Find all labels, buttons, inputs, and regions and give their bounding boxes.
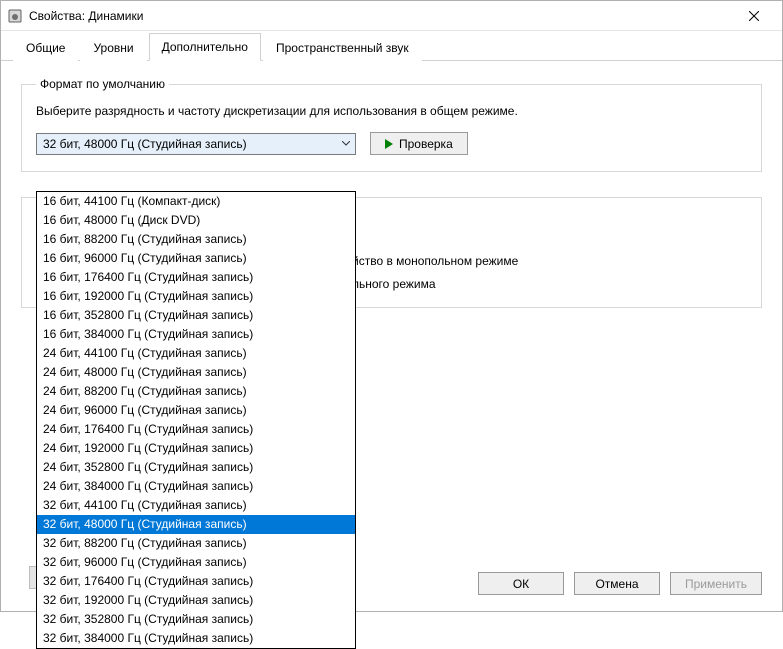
- format-option[interactable]: 32 бит, 192000 Гц (Студийная запись): [37, 591, 355, 610]
- format-row: 32 бит, 48000 Гц (Студийная запись) Пров…: [36, 132, 747, 155]
- exclusive-allow-text: йство в монопольном режиме: [352, 250, 518, 273]
- format-option[interactable]: 16 бит, 96000 Гц (Студийная запись): [37, 249, 355, 268]
- format-option[interactable]: 16 бит, 48000 Гц (Диск DVD): [37, 211, 355, 230]
- chevron-down-icon: [337, 141, 355, 146]
- format-option[interactable]: 32 бит, 176400 Гц (Студийная запись): [37, 572, 355, 591]
- default-format-group: Формат по умолчанию Выберите разрядность…: [21, 77, 762, 172]
- tab-general[interactable]: Общие: [13, 34, 78, 61]
- format-combobox[interactable]: 32 бит, 48000 Гц (Студийная запись): [36, 133, 356, 155]
- format-option[interactable]: 24 бит, 96000 Гц (Студийная запись): [37, 401, 355, 420]
- format-option[interactable]: 24 бит, 352800 Гц (Студийная запись): [37, 458, 355, 477]
- tabbar: Общие Уровни Дополнительно Пространствен…: [1, 31, 782, 61]
- format-option[interactable]: 24 бит, 48000 Гц (Студийная запись): [37, 363, 355, 382]
- format-option[interactable]: 16 бит, 44100 Гц (Компакт-диск): [37, 192, 355, 211]
- window-title: Свойства: Динамики: [29, 9, 731, 23]
- format-option[interactable]: 16 бит, 176400 Гц (Студийная запись): [37, 268, 355, 287]
- format-option[interactable]: 16 бит, 192000 Гц (Студийная запись): [37, 287, 355, 306]
- test-button[interactable]: Проверка: [370, 132, 468, 155]
- tab-advanced[interactable]: Дополнительно: [149, 33, 261, 61]
- format-option[interactable]: 24 бит, 44100 Гц (Студийная запись): [37, 344, 355, 363]
- default-format-legend: Формат по умолчанию: [36, 77, 169, 91]
- format-option[interactable]: 24 бит, 384000 Гц (Студийная запись): [37, 477, 355, 496]
- tab-spatial-sound[interactable]: Пространственный звук: [263, 34, 422, 61]
- format-option[interactable]: 16 бит, 88200 Гц (Студийная запись): [37, 230, 355, 249]
- format-option[interactable]: 32 бит, 352800 Гц (Студийная запись): [37, 610, 355, 629]
- format-option[interactable]: 16 бит, 384000 Гц (Студийная запись): [37, 325, 355, 344]
- default-format-description: Выберите разрядность и частоту дискретиз…: [36, 103, 747, 120]
- speaker-icon: [7, 8, 23, 24]
- format-option[interactable]: 32 бит, 44100 Гц (Студийная запись): [37, 496, 355, 515]
- format-option[interactable]: 16 бит, 352800 Гц (Студийная запись): [37, 306, 355, 325]
- format-option[interactable]: 32 бит, 48000 Гц (Студийная запись): [37, 515, 355, 534]
- exclusive-mode-options: йство в монопольном режиме льного режима: [352, 250, 518, 296]
- play-icon: [385, 139, 393, 149]
- apply-button[interactable]: Применить: [670, 572, 762, 595]
- format-option[interactable]: 32 бит, 88200 Гц (Студийная запись): [37, 534, 355, 553]
- close-button[interactable]: [731, 1, 776, 31]
- ok-button[interactable]: ОК: [478, 572, 564, 595]
- format-option[interactable]: 32 бит, 384000 Гц (Студийная запись): [37, 629, 355, 648]
- format-dropdown-list[interactable]: 16 бит, 44100 Гц (Компакт-диск)16 бит, 4…: [36, 191, 356, 649]
- close-icon: [749, 11, 759, 21]
- titlebar: Свойства: Динамики: [1, 1, 782, 31]
- format-option[interactable]: 24 бит, 192000 Гц (Студийная запись): [37, 439, 355, 458]
- format-selected-text: 32 бит, 48000 Гц (Студийная запись): [37, 137, 337, 151]
- format-option[interactable]: 24 бит, 88200 Гц (Студийная запись): [37, 382, 355, 401]
- tab-levels[interactable]: Уровни: [80, 34, 146, 61]
- cancel-button[interactable]: Отмена: [574, 572, 660, 595]
- properties-window: Свойства: Динамики Общие Уровни Дополнит…: [0, 0, 783, 612]
- exclusive-priority-text: льного режима: [352, 273, 518, 296]
- format-option[interactable]: 32 бит, 96000 Гц (Студийная запись): [37, 553, 355, 572]
- dialog-buttons: ОК Отмена Применить: [478, 572, 762, 595]
- format-option[interactable]: 24 бит, 176400 Гц (Студийная запись): [37, 420, 355, 439]
- test-button-label: Проверка: [399, 137, 453, 151]
